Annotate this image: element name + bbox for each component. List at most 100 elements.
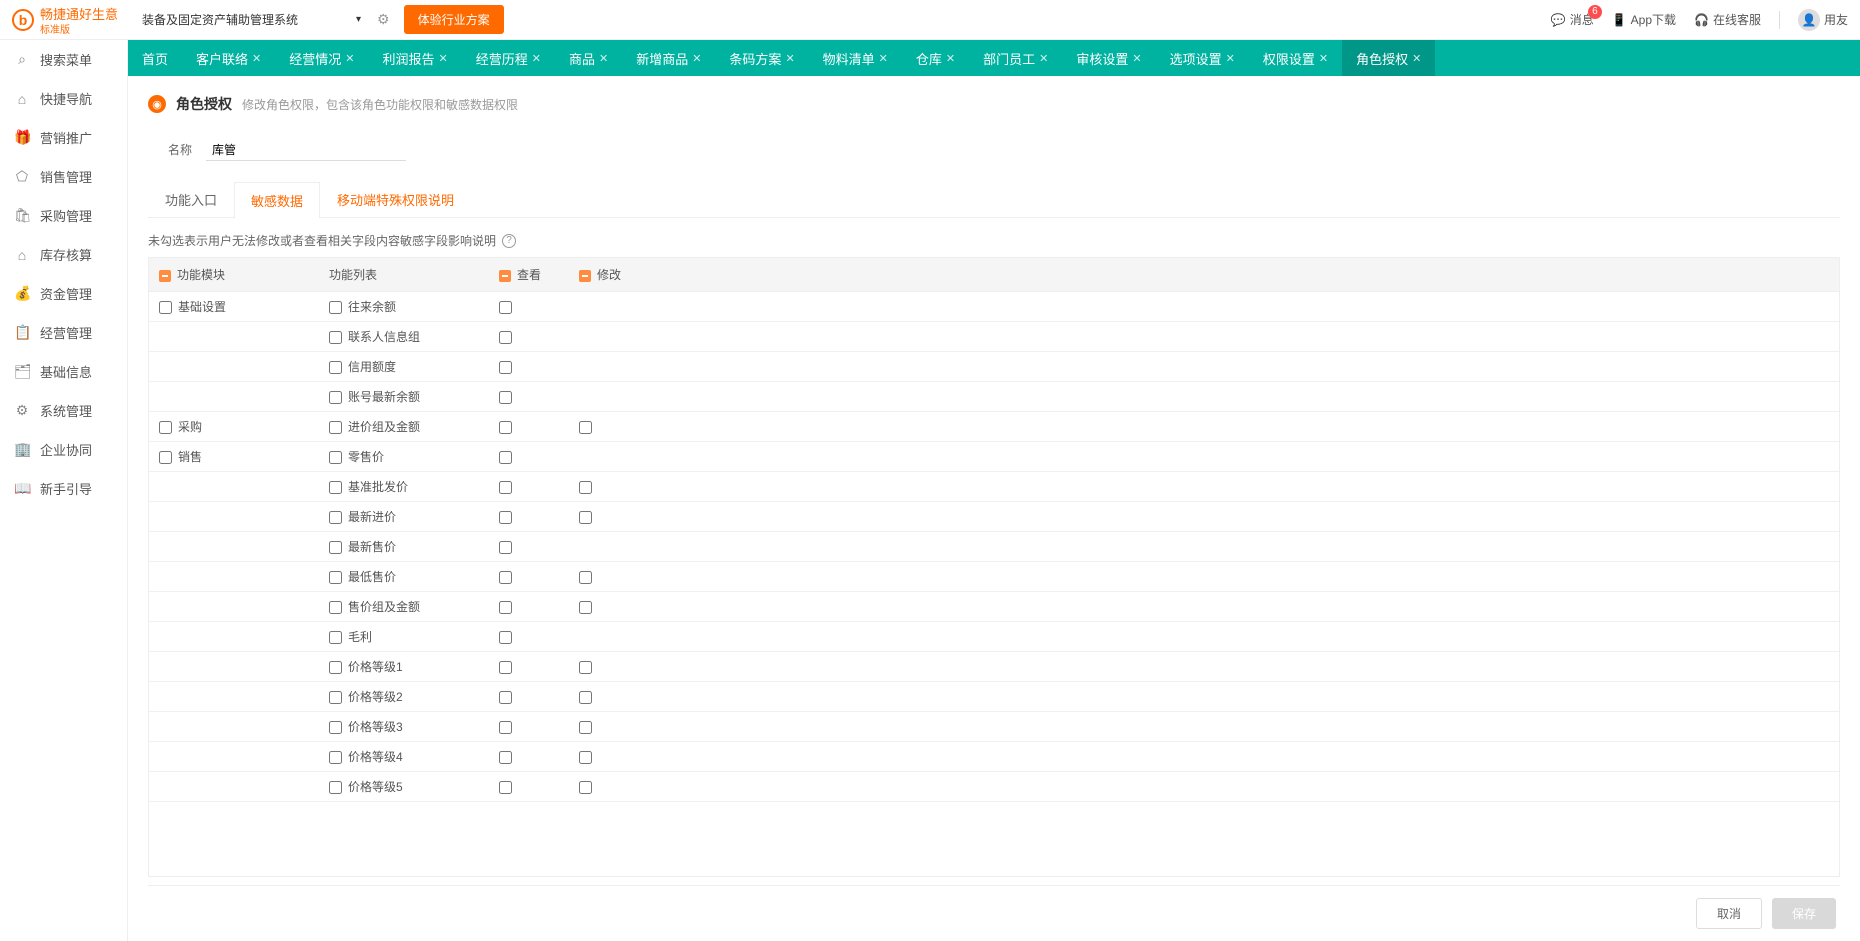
- trial-button[interactable]: 体验行业方案: [404, 5, 504, 34]
- sidebar-item-newbie-guide[interactable]: 📖新手引导: [0, 469, 127, 508]
- close-icon[interactable]: ✕: [532, 52, 541, 65]
- func-checkbox[interactable]: [329, 631, 342, 644]
- view-checkbox[interactable]: [499, 451, 512, 464]
- close-icon[interactable]: ✕: [1039, 52, 1048, 65]
- subtab-sensitive[interactable]: 敏感数据: [234, 182, 320, 218]
- tab-经营历程[interactable]: 经营历程✕: [462, 40, 555, 76]
- view-checkbox[interactable]: [499, 331, 512, 344]
- tab-经营情况[interactable]: 经营情况✕: [275, 40, 368, 76]
- sidebar-item-basic-info[interactable]: 🗂基础信息: [0, 352, 127, 391]
- tab-新增商品[interactable]: 新增商品✕: [622, 40, 715, 76]
- func-checkbox[interactable]: [329, 781, 342, 794]
- tab-角色授权[interactable]: 角色授权✕: [1342, 40, 1435, 76]
- view-checkbox[interactable]: [499, 721, 512, 734]
- indeterminate-icon[interactable]: [579, 270, 591, 282]
- func-checkbox[interactable]: [329, 601, 342, 614]
- close-icon[interactable]: ✕: [1226, 52, 1235, 65]
- func-checkbox[interactable]: [329, 331, 342, 344]
- func-checkbox[interactable]: [329, 301, 342, 314]
- user-menu[interactable]: 👤 用友: [1798, 9, 1848, 31]
- func-checkbox[interactable]: [329, 451, 342, 464]
- tab-条码方案[interactable]: 条码方案✕: [715, 40, 808, 76]
- close-icon[interactable]: ✕: [1319, 52, 1328, 65]
- view-checkbox[interactable]: [499, 541, 512, 554]
- sidebar-item-system-mgmt[interactable]: ⚙系统管理: [0, 391, 127, 430]
- view-checkbox[interactable]: [499, 751, 512, 764]
- app-download-button[interactable]: 📱 App下载: [1612, 11, 1676, 28]
- view-checkbox[interactable]: [499, 361, 512, 374]
- func-checkbox[interactable]: [329, 481, 342, 494]
- func-checkbox[interactable]: [329, 571, 342, 584]
- save-button[interactable]: 保存: [1772, 898, 1836, 929]
- close-icon[interactable]: ✕: [692, 52, 701, 65]
- func-checkbox[interactable]: [329, 421, 342, 434]
- view-checkbox[interactable]: [499, 781, 512, 794]
- tab-商品[interactable]: 商品✕: [555, 40, 622, 76]
- view-checkbox[interactable]: [499, 631, 512, 644]
- cancel-button[interactable]: 取消: [1696, 898, 1762, 929]
- close-icon[interactable]: ✕: [1412, 52, 1421, 65]
- tab-首页[interactable]: 首页: [128, 40, 182, 76]
- help-icon[interactable]: ?: [502, 234, 516, 248]
- indeterminate-icon[interactable]: [499, 270, 511, 282]
- func-checkbox[interactable]: [329, 391, 342, 404]
- sidebar-item-sales-mgmt[interactable]: ⬠销售管理: [0, 157, 127, 196]
- tab-审核设置[interactable]: 审核设置✕: [1062, 40, 1155, 76]
- view-checkbox[interactable]: [499, 661, 512, 674]
- edit-checkbox[interactable]: [579, 601, 592, 614]
- edit-checkbox[interactable]: [579, 751, 592, 764]
- view-checkbox[interactable]: [499, 481, 512, 494]
- edit-checkbox[interactable]: [579, 781, 592, 794]
- edit-checkbox[interactable]: [579, 691, 592, 704]
- edit-checkbox[interactable]: [579, 481, 592, 494]
- message-button[interactable]: 💬 消息 6: [1551, 11, 1594, 28]
- subtab-entry[interactable]: 功能入口: [148, 181, 234, 217]
- view-checkbox[interactable]: [499, 421, 512, 434]
- close-icon[interactable]: ✕: [946, 52, 955, 65]
- func-checkbox[interactable]: [329, 361, 342, 374]
- tab-利润报告[interactable]: 利润报告✕: [368, 40, 461, 76]
- func-checkbox[interactable]: [329, 511, 342, 524]
- func-checkbox[interactable]: [329, 691, 342, 704]
- sidebar-item-purchase-mgmt[interactable]: 🛍采购管理: [0, 196, 127, 235]
- sidebar-item-search-menu[interactable]: ⌕搜索菜单: [0, 40, 127, 79]
- close-icon[interactable]: ✕: [439, 52, 448, 65]
- indeterminate-icon[interactable]: [159, 270, 171, 282]
- close-icon[interactable]: ✕: [345, 52, 354, 65]
- sidebar-item-inventory[interactable]: ⌂库存核算: [0, 235, 127, 274]
- sidebar-item-funds-mgmt[interactable]: 💰资金管理: [0, 274, 127, 313]
- func-checkbox[interactable]: [329, 751, 342, 764]
- close-icon[interactable]: ✕: [785, 52, 794, 65]
- module-checkbox[interactable]: [159, 301, 172, 314]
- module-checkbox[interactable]: [159, 451, 172, 464]
- close-icon[interactable]: ✕: [252, 52, 261, 65]
- sidebar-item-business-mgmt[interactable]: 📋经营管理: [0, 313, 127, 352]
- edit-checkbox[interactable]: [579, 421, 592, 434]
- close-icon[interactable]: ✕: [879, 52, 888, 65]
- view-checkbox[interactable]: [499, 691, 512, 704]
- online-service-button[interactable]: 🎧 在线客服: [1694, 11, 1761, 28]
- edit-checkbox[interactable]: [579, 511, 592, 524]
- sidebar-item-marketing[interactable]: 🎁营销推广: [0, 118, 127, 157]
- edit-checkbox[interactable]: [579, 661, 592, 674]
- view-checkbox[interactable]: [499, 301, 512, 314]
- subtab-mobile[interactable]: 移动端特殊权限说明: [320, 181, 471, 217]
- tab-部门员工[interactable]: 部门员工✕: [969, 40, 1062, 76]
- view-checkbox[interactable]: [499, 511, 512, 524]
- close-icon[interactable]: ✕: [1132, 52, 1141, 65]
- gear-icon[interactable]: ⚙: [377, 11, 390, 28]
- func-checkbox[interactable]: [329, 721, 342, 734]
- name-input[interactable]: [206, 138, 406, 161]
- system-selector[interactable]: 装备及固定资产辅助管理系统 ▾: [132, 7, 371, 32]
- view-checkbox[interactable]: [499, 571, 512, 584]
- sidebar-item-enterprise[interactable]: 🏢企业协同: [0, 430, 127, 469]
- close-icon[interactable]: ✕: [599, 52, 608, 65]
- tab-客户联络[interactable]: 客户联络✕: [182, 40, 275, 76]
- view-checkbox[interactable]: [499, 601, 512, 614]
- sidebar-item-quick-nav[interactable]: ⌂快捷导航: [0, 79, 127, 118]
- func-checkbox[interactable]: [329, 541, 342, 554]
- func-checkbox[interactable]: [329, 661, 342, 674]
- module-checkbox[interactable]: [159, 421, 172, 434]
- edit-checkbox[interactable]: [579, 721, 592, 734]
- view-checkbox[interactable]: [499, 391, 512, 404]
